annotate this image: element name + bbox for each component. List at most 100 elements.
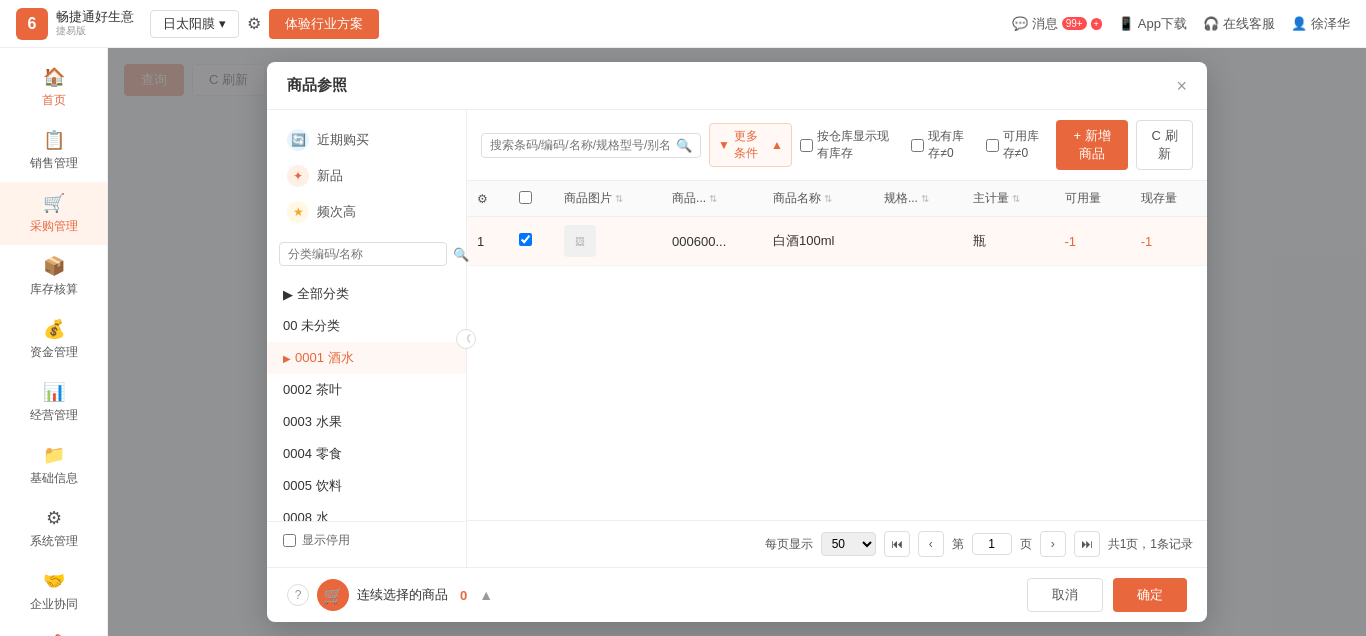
category-search-input[interactable] — [279, 242, 447, 266]
pagination: 每页显示 50 10 20 100 ⏮ ‹ 第 页 — [467, 520, 1207, 567]
next-page-btn[interactable]: › — [1040, 531, 1066, 557]
modal-close-button[interactable]: × — [1176, 77, 1187, 95]
basic-icon: 📁 — [43, 444, 65, 466]
filter-label: 更多条件 — [734, 128, 767, 162]
sidebar-label-collab: 企业协同 — [30, 596, 78, 613]
sidebar-item-purchase[interactable]: 🛒 采购管理 — [0, 182, 107, 245]
app-download-item[interactable]: 📱 App下载 — [1118, 15, 1187, 33]
sidebar-label-home: 首页 — [42, 92, 66, 109]
col-spec[interactable]: 规格... ⇅ — [874, 181, 963, 217]
sidebar-item-finance[interactable]: 💰 资金管理 — [0, 308, 107, 371]
col-unit[interactable]: 主计量 ⇅ — [963, 181, 1055, 217]
refresh-btn[interactable]: C 刷新 — [1136, 120, 1193, 170]
category-list: ▶ 全部分类 00 未分类 ▶ 0001 酒水 0002 茶 — [267, 274, 466, 521]
management-icon: 📊 — [43, 381, 65, 403]
nav-dropdown[interactable]: 日太阳膜 ▾ — [150, 10, 239, 38]
col-settings[interactable]: ⚙ — [467, 181, 509, 217]
expand-active-icon: ▶ — [283, 353, 291, 364]
product-search-input[interactable] — [490, 138, 670, 152]
quick-label-freq: 频次高 — [317, 203, 356, 221]
category-0005[interactable]: 0005 饮料 — [267, 470, 466, 502]
download-icon: 📱 — [1118, 16, 1134, 31]
sidebar-item-management[interactable]: 📊 经营管理 — [0, 371, 107, 434]
first-page-btn[interactable]: ⏮ — [884, 531, 910, 557]
total-label: 共1页，1条记录 — [1108, 536, 1193, 553]
category-0002[interactable]: 0002 茶叶 — [267, 374, 466, 406]
page-label: 第 — [952, 536, 964, 553]
cancel-button[interactable]: 取消 — [1027, 578, 1103, 612]
home-icon: 🏠 — [43, 66, 65, 88]
sort-image-icon: ⇅ — [615, 193, 623, 204]
category-0004[interactable]: 0004 零食 — [267, 438, 466, 470]
left-panel: 《 🔄 近期购买 ✦ 新品 ★ — [267, 110, 467, 567]
collapse-btn[interactable]: 《 — [456, 329, 476, 349]
gear-icon[interactable]: ⚙ — [247, 14, 261, 33]
sidebar-label-purchase: 采购管理 — [30, 218, 78, 235]
select-all-checkbox[interactable] — [519, 191, 532, 204]
quick-access: 🔄 近期购买 ✦ 新品 ★ 频次高 — [267, 118, 466, 234]
category-0008[interactable]: 0008 水 — [267, 502, 466, 521]
col-stock: 现存量 — [1131, 181, 1207, 217]
prev-page-btn[interactable]: ‹ — [918, 531, 944, 557]
search-icon[interactable]: 🔍 — [453, 247, 469, 262]
online-service-item[interactable]: 🎧 在线客服 — [1203, 15, 1275, 33]
category-0001[interactable]: ▶ 0001 酒水 — [267, 342, 466, 374]
category-00[interactable]: 00 未分类 — [267, 310, 466, 342]
filter-checkboxes: 按仓库显示现有库存 现有库存≠0 可用库存≠0 — [800, 128, 1048, 162]
checkbox-available[interactable] — [986, 139, 999, 152]
trial-btn[interactable]: 体验行业方案 — [269, 9, 379, 39]
logo-area: 6 畅捷通好生意 捷易版 — [16, 8, 134, 40]
sidebar-item-sales[interactable]: 📋 销售管理 — [0, 119, 107, 182]
messages-item[interactable]: 💬 消息 99+ + — [1012, 15, 1102, 33]
sidebar-label-inventory: 库存核算 — [30, 281, 78, 298]
checkbox-warehouse-label: 按仓库显示现有库存 — [800, 128, 900, 162]
sidebar-item-home[interactable]: 🏠 首页 — [0, 56, 107, 119]
collab-icon: 🤝 — [43, 570, 65, 592]
row-stock: -1 — [1131, 217, 1207, 266]
page-suffix: 页 — [1020, 536, 1032, 553]
quick-label-new: 新品 — [317, 167, 343, 185]
sidebar-item-guide[interactable]: 📌 新手引导 — [0, 623, 107, 636]
checkbox-available-text: 可用库存≠0 — [1003, 128, 1048, 162]
show-disabled-checkbox[interactable] — [283, 534, 296, 547]
table-row[interactable]: 1 🖼 000600... 白酒100ml 瓶 — [467, 217, 1207, 266]
checkbox-available-label: 可用库存≠0 — [986, 128, 1048, 162]
cart-text: 连续选择的商品 — [357, 586, 448, 604]
filter-up-icon: ▲ — [771, 138, 783, 152]
chevron-up-icon[interactable]: ▲ — [479, 587, 493, 603]
cart-icon[interactable]: 🛒 — [317, 579, 349, 611]
help-icon[interactable]: ? — [287, 584, 309, 606]
sidebar-item-collab[interactable]: 🤝 企业协同 — [0, 560, 107, 623]
filter-btn[interactable]: ▼ 更多条件 ▲ — [709, 123, 792, 167]
modal-overlay: 商品参照 × 《 🔄 近期购买 — [108, 48, 1366, 636]
sidebar-item-system[interactable]: ⚙ 系统管理 — [0, 497, 107, 560]
add-product-btn[interactable]: + 新增商品 — [1056, 120, 1128, 170]
category-all[interactable]: ▶ 全部分类 — [267, 278, 466, 310]
quick-item-new[interactable]: ✦ 新品 — [279, 158, 454, 194]
plus-badge: + — [1091, 18, 1102, 30]
checkbox-warehouse[interactable] — [800, 139, 813, 152]
page-size-select[interactable]: 50 10 20 100 — [821, 532, 876, 556]
search-submit-icon[interactable]: 🔍 — [676, 138, 692, 153]
sidebar-label-sales: 销售管理 — [30, 155, 78, 172]
user-item[interactable]: 👤 徐泽华 — [1291, 15, 1350, 33]
sidebar-item-basic[interactable]: 📁 基础信息 — [0, 434, 107, 497]
page-number-input[interactable] — [972, 533, 1012, 555]
col-name[interactable]: 商品名称 ⇅ — [763, 181, 874, 217]
message-icon: 💬 — [1012, 16, 1028, 31]
logo-sub: 捷易版 — [56, 24, 134, 38]
sidebar-item-inventory[interactable]: 📦 库存核算 — [0, 245, 107, 308]
checkbox-current[interactable] — [911, 139, 924, 152]
row-checkbox[interactable] — [509, 217, 554, 266]
category-0003[interactable]: 0003 水果 — [267, 406, 466, 438]
last-page-btn[interactable]: ⏭ — [1074, 531, 1100, 557]
show-disabled-label: 显示停用 — [302, 532, 350, 549]
purchase-icon: 🛒 — [43, 192, 65, 214]
col-code[interactable]: 商品... ⇅ — [662, 181, 763, 217]
confirm-button[interactable]: 确定 — [1113, 578, 1187, 612]
headset-icon: 🎧 — [1203, 16, 1219, 31]
sort-name-icon: ⇅ — [824, 193, 832, 204]
product-table: ⚙ 商品图片 ⇅ 商品... ⇅ — [467, 181, 1207, 266]
quick-item-recent[interactable]: 🔄 近期购买 — [279, 122, 454, 158]
quick-item-freq[interactable]: ★ 频次高 — [279, 194, 454, 230]
